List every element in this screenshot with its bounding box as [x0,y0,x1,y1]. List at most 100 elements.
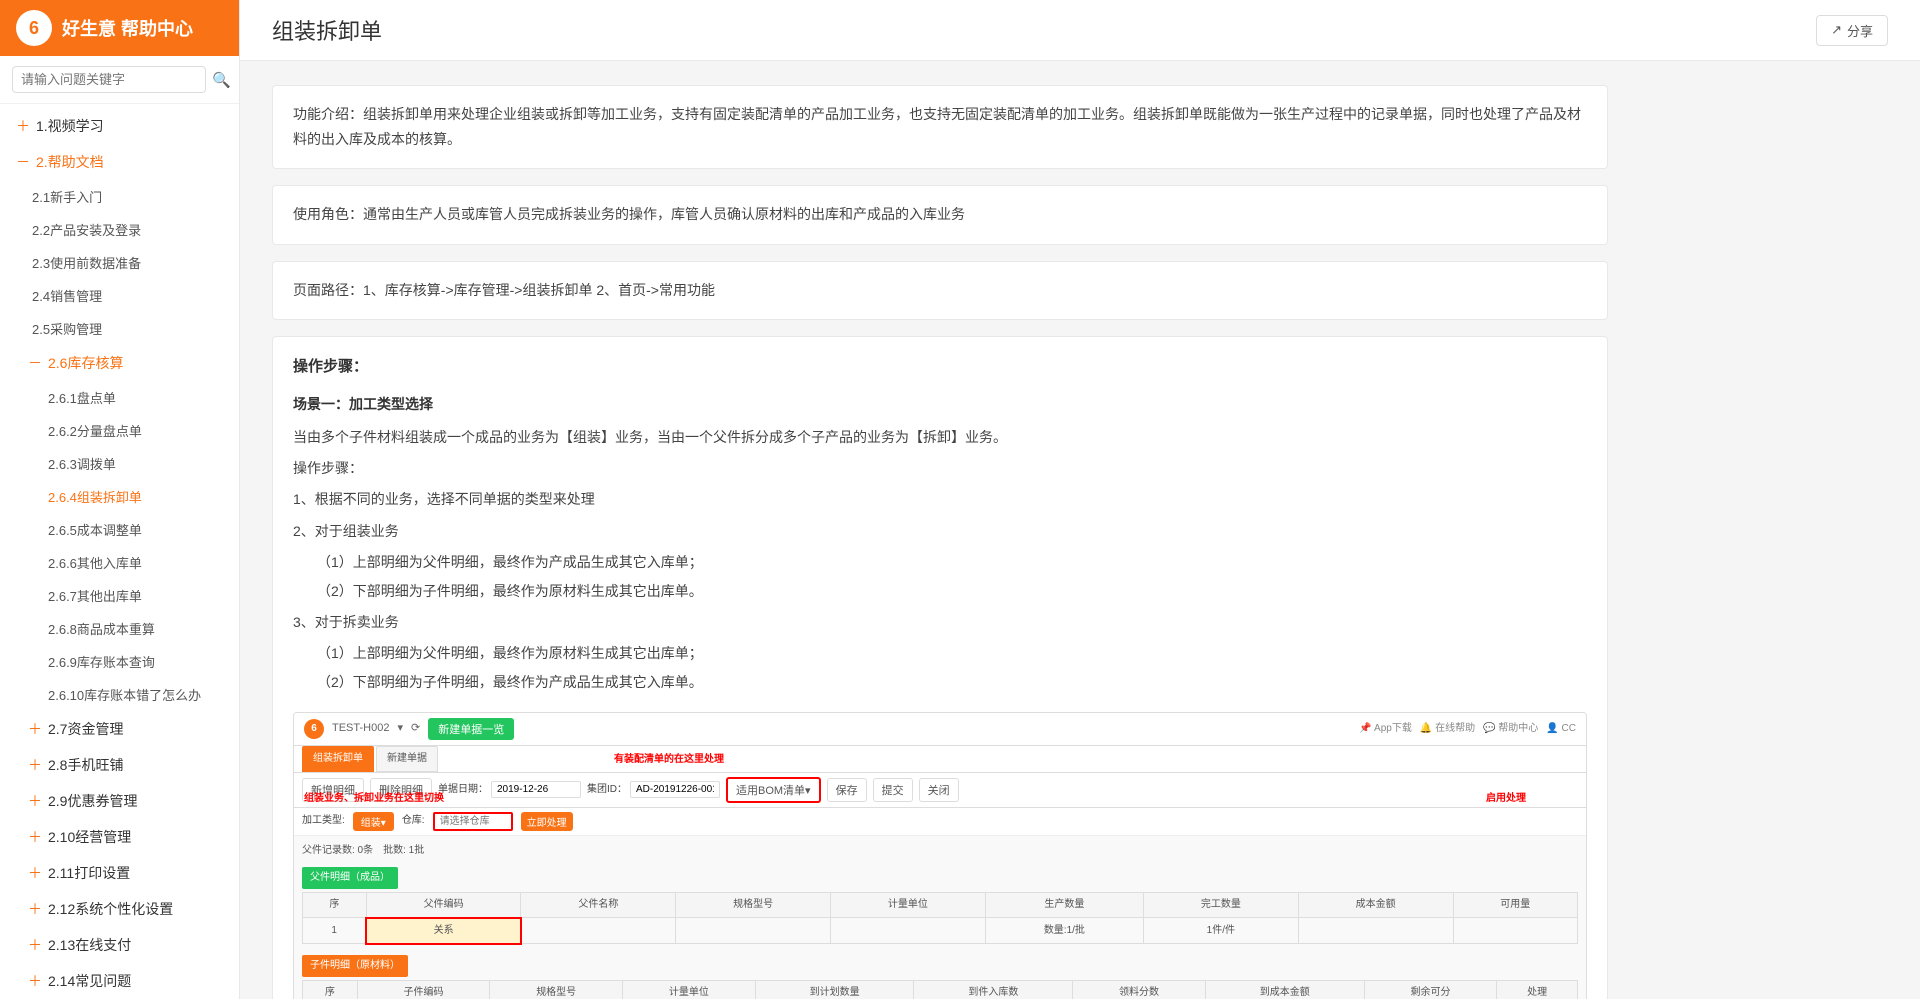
search-input[interactable] [12,66,206,93]
app-title: 好生意 帮助中心 [62,15,193,41]
sidebar-item-sales[interactable]: 2.4销售管理 [0,279,239,312]
plus-icon: ＋ [28,863,42,883]
plus-icon: ＋ [28,899,42,919]
main-header: 组装拆卸单 ↗ 分享 [240,0,1920,61]
search-box: 🔍 [0,56,239,104]
sidebar-item-inventory-count[interactable]: 2.6.1盘点单 [0,381,239,414]
plus-icon: ＋ [28,827,42,847]
step2-sub2: （2）下部明细为子件明细，最终作为原材料生成其它出库单。 [317,579,1587,604]
sidebar-item-payment[interactable]: ＋ 2.13在线支付 [0,927,239,963]
scene1-title: 场景一：加工类型选择 [293,392,1587,417]
annotation-enable: 启用处理 [1486,790,1526,808]
sidebar-item-mobile[interactable]: ＋ 2.8手机旺铺 [0,747,239,783]
sidebar-item-beginner[interactable]: 2.1新手入门 [0,180,239,213]
sidebar-item-personalize[interactable]: ＋ 2.12系统个性化设置 [0,891,239,927]
sim-section-top-label: 父件明细（成品） [302,867,398,889]
sim-topbar-left: 6 TEST-H002 ▾ ⟳ 新建单据一览 [304,718,514,740]
sim-btn-save[interactable]: 保存 [827,778,867,802]
sim-upper-section: 父件记录数: 0条 批数: 1批 父件明细（成品） 序 父件编码 父件名称 [302,842,1578,945]
main-content: 组装拆卸单 ↗ 分享 功能介绍：组装拆卸单用来处理企业组装或拆卸等加工业务，支持… [240,0,1920,999]
step2-sub1: （1）上部明细为父件明细，最终作为产成品生成其它入库单； [317,550,1587,575]
sim-btn-close[interactable]: 关闭 [919,778,959,802]
screenshot-container: 6 TEST-H002 ▾ ⟳ 新建单据一览 📌 App下载 🔔 在线帮助 💬 … [293,712,1587,999]
sidebar-sub-sub-items: 2.6.1盘点单 2.6.2分量盘点单 2.6.3调拨单 2.6.4组装拆卸单 … [0,381,239,711]
sim-tabbar: 组装拆卸单 新建单据 [294,746,1586,773]
sim-th-code: 父件编码 [366,892,521,918]
sidebar-item-cost-adjust[interactable]: 2.6.5成本调整单 [0,513,239,546]
sim-topbar-right: 📌 App下载 🔔 在线帮助 💬 帮助中心 👤 CC [1359,720,1576,738]
sidebar-item-finance[interactable]: ＋ 2.7资金管理 [0,711,239,747]
sim-btn-submit[interactable]: 提交 [873,778,913,802]
sim-content-area: 父件记录数: 0条 批数: 1批 父件明细（成品） 序 父件编码 父件名称 [294,836,1586,999]
sim-no-input[interactable] [630,781,720,798]
sim-refresh-icon: ⟳ [411,719,420,739]
steps-title: 操作步骤： [293,353,1587,380]
sidebar-item-ledger-fix[interactable]: 2.6.10库存账本错了怎么办 [0,678,239,711]
sim-btn-apply[interactable]: 立即处理 [521,812,573,831]
sim-lower-section: 子件明细（原材料） 序 子件编码 规格型号 计量单位 到计划数量 [302,951,1578,999]
sim-tab-new[interactable]: 新建单据 [376,746,438,772]
plus-icon: ＋ [28,719,42,739]
sim-th-qty: 生产数量 [985,892,1143,918]
sidebar-item-other-outbound[interactable]: 2.6.7其他出库单 [0,579,239,612]
sidebar-item-purchase[interactable]: 2.5采购管理 [0,312,239,345]
path-block: 页面路径：1、库存核算->库存管理->组装拆卸单 2、首页->常用功能 [272,261,1608,320]
step3: 3、对于拆卖业务 [293,610,1587,635]
annotation-type: 组装业务、拆卸业务在这里切换 [304,790,444,808]
sim-field-date: 单据日期： [438,781,581,799]
sim-topbar-id: TEST-H002 [332,719,389,739]
sim-btn-bom[interactable]: 适用BOM清单▾ [726,777,821,803]
sidebar-item-faq[interactable]: ＋ 2.14常见问题 [0,963,239,999]
sim-table-top: 序 父件编码 父件名称 规格型号 计量单位 生产数量 完工数量 成本金额 可用量 [302,892,1578,945]
share-icon: ↗ [1831,22,1842,38]
sim-logo: 6 [304,719,324,739]
sidebar-item-label: 2.6库存核算 [48,353,123,373]
sidebar-item-assembly[interactable]: 2.6.4组装拆卸单 [0,480,239,513]
sidebar-item-print[interactable]: ＋ 2.11打印设置 [0,855,239,891]
path-text: 页面路径：1、库存核算->库存管理->组装拆卸单 2、首页->常用功能 [293,282,715,298]
sidebar-item-inventory[interactable]: － 2.6库存核算 [0,345,239,381]
sim-tabs: 组装拆卸单 新建单据 [302,746,438,772]
step3-sub1: （1）上部明细为父件明细，最终作为原材料生成其它出库单； [317,641,1587,666]
annotation-bom: 有装配清单的在这里处理 [614,751,724,769]
sim-th-done-qty: 完工数量 [1143,892,1298,918]
page-title: 组装拆卸单 [272,14,382,46]
sim-th-spec: 规格型号 [676,892,831,918]
sidebar-item-video-learning[interactable]: ＋ 1.视频学习 [0,108,239,144]
sim-th-cost: 成本金额 [1298,892,1453,918]
sim-section-bottom-label: 子件明细（原材料） [302,955,408,977]
share-button[interactable]: ↗ 分享 [1816,15,1888,46]
table-row: 1 关系 数量:1/批 1件/件 [303,918,1578,944]
sidebar-item-cost-recalc[interactable]: 2.6.8商品成本重算 [0,612,239,645]
sidebar-item-install[interactable]: 2.2产品安装及登录 [0,213,239,246]
sim-th-unit: 计量单位 [831,892,986,918]
sidebar-item-label: 1.视频学习 [36,116,104,136]
sim-btn-assembly-type[interactable]: 组装▾ [353,812,394,831]
logo-icon: 6 [16,10,52,46]
sidebar-item-management[interactable]: ＋ 2.10经营管理 [0,819,239,855]
steps-block: 操作步骤： 场景一：加工类型选择 当由多个子件材料组装成一个成品的业务为【组装】… [272,336,1608,999]
sidebar-item-transfer[interactable]: 2.6.3调拨单 [0,447,239,480]
sim-btn-new[interactable]: 新建单据一览 [428,718,514,740]
sidebar-item-coupon[interactable]: ＋ 2.9优惠券管理 [0,783,239,819]
scene1-desc: 当由多个子件材料组装成一个成品的业务为【组装】业务，当由一个父件拆分成多个子产品… [293,425,1587,450]
sidebar-item-data-prep[interactable]: 2.3使用前数据准备 [0,246,239,279]
sidebar-item-inventory-count2[interactable]: 2.6.2分量盘点单 [0,414,239,447]
role-text: 使用角色：通常由生产人员或库管人员完成拆装业务的操作，库管人员确认原材料的出库和… [293,206,965,222]
sidebar-item-ledger-query[interactable]: 2.6.9库存账本查询 [0,645,239,678]
sim-dropdown-icon: ▾ [397,719,403,739]
sidebar-header: 6 好生意 帮助中心 [0,0,239,56]
sim-toolbar: 新增明细 删除明细 单据日期： 集团ID： 适用BOM清单▾ [294,773,1586,808]
content-area: 功能介绍：组装拆卸单用来处理企业组装或拆卸等加工业务，支持有固定装配清单的产品加… [240,61,1640,999]
search-icon[interactable]: 🔍 [212,71,231,89]
sidebar-item-other-inbound[interactable]: 2.6.6其他入库单 [0,546,239,579]
sim-tab-assembly[interactable]: 组装拆卸单 [302,746,374,772]
sidebar-item-help-docs[interactable]: － 2.帮助文档 [0,144,239,180]
sim-date-input[interactable] [491,781,581,798]
sim-th-seq: 序 [303,892,367,918]
steps-label: 操作步骤： [293,456,1587,481]
intro-text: 功能介绍：组装拆卸单用来处理企业组装或拆卸等加工业务，支持有固定装配清单的产品加… [293,106,1581,147]
sidebar: 6 好生意 帮助中心 🔍 ＋ 1.视频学习 － 2.帮助文档 2.1新手入门 2… [0,0,240,999]
sim-warehouse-input[interactable] [433,812,513,831]
step3-sub2: （2）下部明细为子件明细，最终作为产成品生成其它入库单。 [317,670,1587,695]
